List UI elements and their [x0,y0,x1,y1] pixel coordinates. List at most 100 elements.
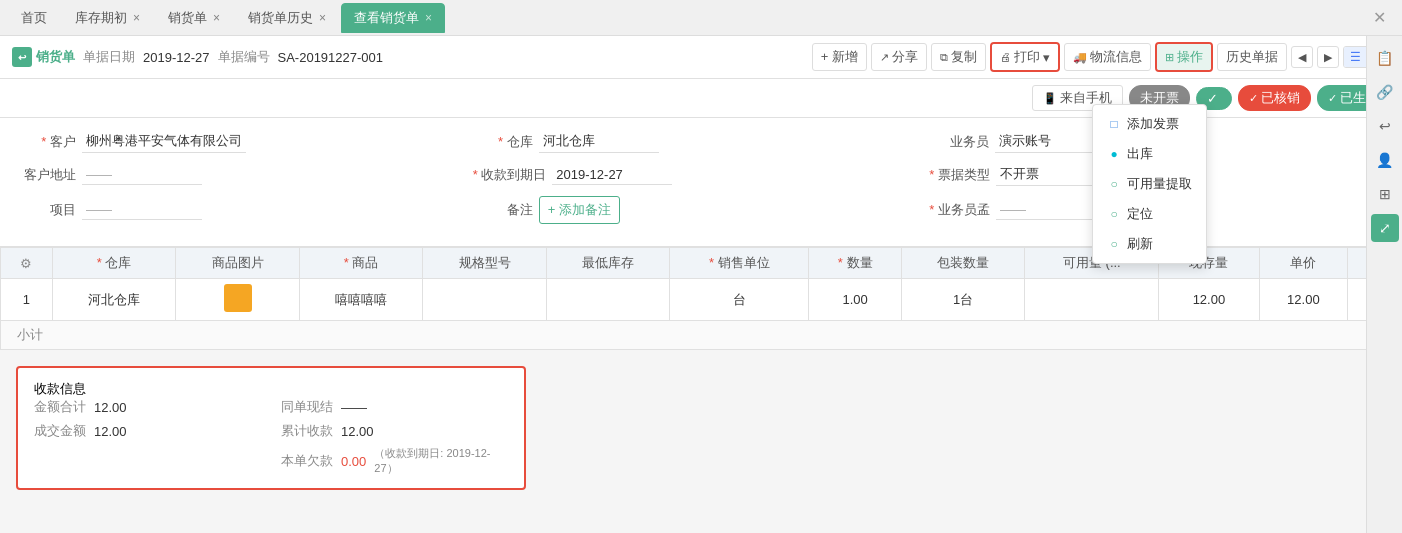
row-spec [423,279,547,321]
address-field: 客户地址 —— [16,165,473,185]
tab-view-sales-label: 查看销货单 [354,9,419,27]
row-pack-qty[interactable]: 1台 [901,279,1025,321]
col-gear[interactable]: ⚙ [1,248,53,279]
menu-locate[interactable]: ○ 定位 [1093,199,1206,229]
tab-history[interactable]: 销货单历史 × [235,3,339,33]
settlement-label: 同单现结 [281,398,333,416]
payment-info-box: 收款信息 金额合计 12.00 同单现结 —— 成交金额 12.00 累计收款 … [16,366,526,490]
cancelled-btn[interactable]: ✓ 已核销 [1238,85,1311,111]
customer-value[interactable]: 柳州粤港平安气体有限公司 [82,130,246,153]
print-arrow[interactable]: ▾ [1043,50,1050,65]
balance-label: 本单欠款 [281,452,333,470]
window-close-button[interactable]: ✕ [1365,4,1394,31]
row-unit[interactable]: 台 [670,279,809,321]
logistics-label: 物流信息 [1090,48,1142,66]
doc-no-label: 单据编号 [218,48,270,66]
add-remark-label: + 添加备注 [548,201,611,219]
confirm-icon: ✓ [1207,91,1218,106]
copy-label: 复制 [951,48,977,66]
transaction-row: 成交金额 12.00 [34,422,261,440]
tab-sales-close[interactable]: × [213,11,220,25]
col-spec: 规格型号 [423,248,547,279]
menu-refresh[interactable]: ○ 刷新 [1093,229,1206,259]
menu-add-invoice[interactable]: □ 添加发票 [1093,109,1206,139]
menu-outbound[interactable]: ● 出库 [1093,139,1206,169]
tab-view-sales[interactable]: 查看销货单 × [341,3,445,33]
col-warehouse: 仓库 [52,248,176,279]
settlement-row: 同单现结 —— [281,398,508,416]
payment-date-field: 收款到期日 2019-12-27 [473,165,930,185]
toolbar-left: ↩ 销货单 单据日期 2019-12-27 单据编号 SA-20191227-0… [12,47,806,67]
sidebar-btn-3[interactable]: ↩ [1371,112,1399,140]
payment-grid: 金额合计 12.00 同单现结 —— 成交金额 12.00 累计收款 12.00 [34,398,508,476]
row-current-stock: 12.00 [1159,279,1259,321]
logistics-button[interactable]: 🚚 物流信息 [1064,43,1151,71]
balance-row: 本单欠款 0.00 （收款到期日: 2019-12-27） [281,446,508,476]
doc-date-label: 单据日期 [83,48,135,66]
menu-available-extract[interactable]: ○ 可用量提取 [1093,169,1206,199]
payment-date-label: 收款到期日 [473,166,547,184]
tab-inventory[interactable]: 库存期初 × [62,3,153,33]
row-unit-price[interactable]: 12.00 [1259,279,1348,321]
print-button[interactable]: 🖨 打印 ▾ [992,44,1058,70]
tab-inventory-label: 库存期初 [75,9,127,27]
doc-icon: ↩ [12,47,32,67]
sidebar-btn-4[interactable]: 👤 [1371,146,1399,174]
tab-sales[interactable]: 销货单 × [155,3,233,33]
outbound-icon: ● [1107,147,1121,161]
tab-history-label: 销货单历史 [248,9,313,27]
row-warehouse[interactable]: 河北仓库 [52,279,176,321]
tab-view-sales-close[interactable]: × [425,11,432,25]
warehouse-label: 仓库 [473,133,533,151]
locate-icon: ○ [1107,207,1121,221]
salesperson-label: 业务员孟 [929,201,990,219]
warehouse-value[interactable]: 河北仓库 [539,130,659,153]
right-sidebar: 📋 🔗 ↩ 👤 ⊞ ⤢ [1366,36,1402,533]
gear-icon: ⚙ [20,256,32,271]
cumulative-row: 累计收款 12.00 [281,422,508,440]
payment-date-value[interactable]: 2019-12-27 [552,165,672,185]
next-button[interactable]: ▶ [1317,46,1339,68]
row-product[interactable]: 嘻嘻嘻嘻 [299,279,423,321]
row-min-stock [546,279,670,321]
tab-history-close[interactable]: × [319,11,326,25]
operations-button[interactable]: ⊞ 操作 [1157,44,1211,70]
sidebar-btn-expand[interactable]: ⤢ [1371,214,1399,242]
sidebar-btn-1[interactable]: 📋 [1371,44,1399,72]
available-icon: ○ [1107,177,1121,191]
cumulative-label: 累计收款 [281,422,333,440]
doc-no-value: SA-20191227-001 [278,50,384,65]
doc-type-label: 销货单 [36,48,75,66]
toolbar: ↩ 销货单 单据日期 2019-12-27 单据编号 SA-20191227-0… [0,36,1402,79]
project-label: 项目 [16,201,76,219]
project-field: 项目 —— [16,200,473,220]
add-remark-button[interactable]: + 添加备注 [539,196,620,224]
col-product: 商品 [299,248,423,279]
history-button[interactable]: 历史单据 [1217,43,1287,71]
refresh-icon: ○ [1107,237,1121,251]
view-list-button[interactable]: ☰ [1344,47,1367,67]
staff-label: 业务员 [929,133,989,151]
row-qty[interactable]: 1.00 [809,279,901,321]
history-label: 历史单据 [1226,48,1278,66]
col-unit: 销售单位 [670,248,809,279]
share-label: 分享 [892,48,918,66]
total-label: 金额合计 [34,398,86,416]
operations-highlight: ⊞ 操作 [1155,42,1213,72]
project-value: —— [82,200,202,220]
tab-home[interactable]: 首页 [8,3,60,33]
copy-button[interactable]: ⧉ 复制 [931,43,986,71]
tab-home-label: 首页 [21,9,47,27]
cancelled-label: 已核销 [1261,89,1300,107]
remark-label: 备注 [473,201,533,219]
sidebar-btn-2[interactable]: 🔗 [1371,78,1399,106]
table-row: 1 河北仓库 嘻嘻嘻嘻 台 1.00 1台 12.00 12.00 0. [1,279,1402,321]
add-label: + 新增 [821,48,858,66]
subtotal-label: 小计 [17,327,43,342]
sidebar-btn-5[interactable]: ⊞ [1371,180,1399,208]
tab-inventory-close[interactable]: × [133,11,140,25]
add-button[interactable]: + 新增 [812,43,867,71]
share-button[interactable]: ↗ 分享 [871,43,927,71]
row-seq: 1 [1,279,53,321]
prev-button[interactable]: ◀ [1291,46,1313,68]
